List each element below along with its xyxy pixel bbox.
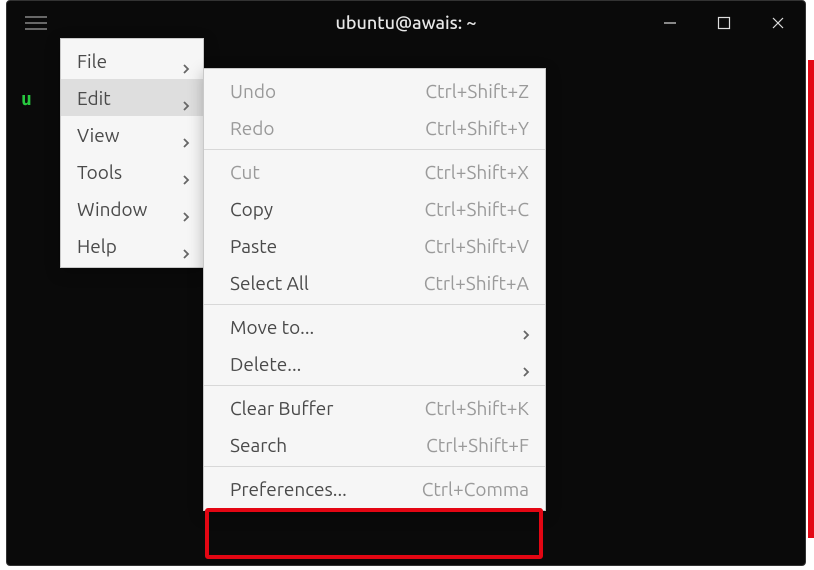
menu-shortcut: Ctrl+Shift+F bbox=[426, 434, 529, 456]
menu-label: Help bbox=[77, 235, 117, 257]
window-controls bbox=[643, 1, 805, 45]
edit-clear-buffer[interactable]: Clear Buffer Ctrl+Shift+K bbox=[204, 389, 545, 426]
window-title: ubuntu@awais: ~ bbox=[335, 13, 476, 33]
menu-shortcut: Ctrl+Shift+C bbox=[424, 198, 529, 220]
menu-icon[interactable] bbox=[25, 15, 47, 35]
edit-select-all[interactable]: Select All Ctrl+Shift+A bbox=[204, 264, 545, 301]
menu-shortcut: Ctrl+Shift+Z bbox=[425, 80, 529, 102]
chevron-right-icon bbox=[181, 93, 191, 103]
menu-shortcut: Ctrl+Shift+K bbox=[425, 397, 529, 419]
menu-label: Undo bbox=[230, 80, 276, 102]
menu-shortcut: Ctrl+Shift+X bbox=[424, 161, 529, 183]
menu-shortcut: Ctrl+Shift+V bbox=[424, 235, 529, 257]
menu-label: Preferences... bbox=[230, 478, 347, 500]
menu-label: Paste bbox=[230, 235, 277, 257]
maximize-button[interactable] bbox=[697, 1, 751, 45]
edit-cut[interactable]: Cut Ctrl+Shift+X bbox=[204, 153, 545, 190]
edit-move-to[interactable]: Move to... bbox=[204, 308, 545, 345]
menu-label: Clear Buffer bbox=[230, 397, 334, 419]
menu-shortcut: Ctrl+Shift+Y bbox=[425, 117, 529, 139]
edit-delete[interactable]: Delete... bbox=[204, 345, 545, 382]
menu-label: File bbox=[77, 50, 107, 72]
menu-label: Search bbox=[230, 434, 287, 456]
menu-label: Tools bbox=[77, 161, 122, 183]
menu-label: Cut bbox=[230, 161, 260, 183]
edit-submenu: Undo Ctrl+Shift+Z Redo Ctrl+Shift+Y Cut … bbox=[203, 68, 546, 511]
edit-preferences[interactable]: Preferences... Ctrl+Comma bbox=[204, 470, 545, 507]
chevron-right-icon bbox=[521, 359, 531, 369]
menu-separator bbox=[204, 385, 545, 386]
edit-search[interactable]: Search Ctrl+Shift+F bbox=[204, 426, 545, 463]
menu-label: Select All bbox=[230, 272, 309, 294]
menu-separator bbox=[204, 149, 545, 150]
chevron-right-icon bbox=[521, 322, 531, 332]
menu-shortcut: Ctrl+Comma bbox=[422, 478, 529, 500]
menu-separator bbox=[204, 466, 545, 467]
menu-label: Copy bbox=[230, 198, 273, 220]
edit-redo[interactable]: Redo Ctrl+Shift+Y bbox=[204, 109, 545, 146]
menu-item-window[interactable]: Window bbox=[61, 190, 203, 227]
menu-label: Move to... bbox=[230, 316, 314, 338]
menu-item-view[interactable]: View bbox=[61, 116, 203, 153]
chevron-right-icon bbox=[181, 167, 191, 177]
menu-shortcut: Ctrl+Shift+A bbox=[424, 272, 529, 294]
menu-label: Redo bbox=[230, 117, 275, 139]
menu-item-tools[interactable]: Tools bbox=[61, 153, 203, 190]
menu-separator bbox=[204, 304, 545, 305]
chevron-right-icon bbox=[181, 56, 191, 66]
minimize-button[interactable] bbox=[643, 1, 697, 45]
chevron-right-icon bbox=[181, 130, 191, 140]
terminal-prompt: u bbox=[21, 89, 32, 110]
main-menu-popup: File Edit View Tools Window Help bbox=[60, 38, 204, 268]
chevron-right-icon bbox=[181, 204, 191, 214]
menu-label: Edit bbox=[77, 87, 111, 109]
menu-item-file[interactable]: File bbox=[61, 42, 203, 79]
close-button[interactable] bbox=[751, 1, 805, 45]
menu-item-help[interactable]: Help bbox=[61, 227, 203, 264]
edit-paste[interactable]: Paste Ctrl+Shift+V bbox=[204, 227, 545, 264]
edit-undo[interactable]: Undo Ctrl+Shift+Z bbox=[204, 72, 545, 109]
edit-copy[interactable]: Copy Ctrl+Shift+C bbox=[204, 190, 545, 227]
menu-label: View bbox=[77, 124, 120, 146]
chevron-right-icon bbox=[181, 241, 191, 251]
menu-label: Delete... bbox=[230, 353, 301, 375]
menu-item-edit[interactable]: Edit bbox=[61, 79, 203, 116]
menu-label: Window bbox=[77, 198, 147, 220]
annotation-red-bar bbox=[808, 60, 814, 538]
